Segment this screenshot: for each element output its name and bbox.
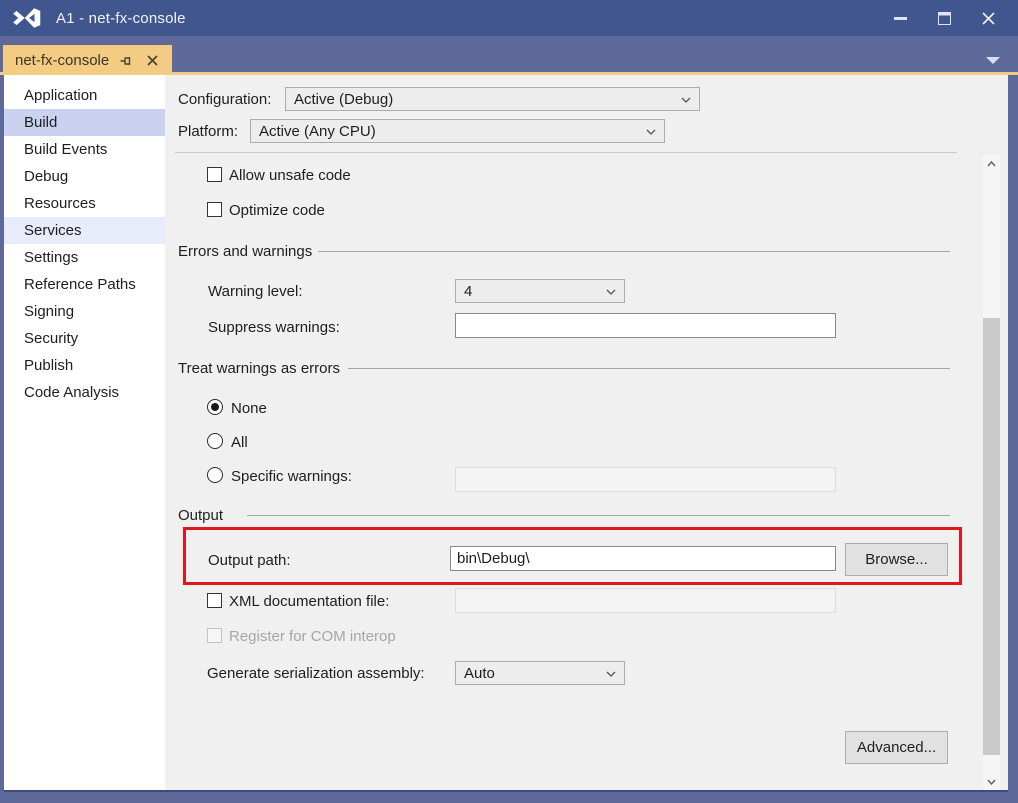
document-tab-net-fx-console[interactable]: net-fx-console xyxy=(3,45,172,75)
specific-warnings-input xyxy=(455,467,836,492)
warning-level-dropdown[interactable]: 4 xyxy=(455,279,625,303)
radio-specific-warnings[interactable] xyxy=(207,467,223,483)
header-divider xyxy=(175,152,957,153)
sidebar-item-debug[interactable]: Debug xyxy=(4,163,165,190)
warning-level-value: 4 xyxy=(464,283,472,300)
sidebar-item-services[interactable]: Services xyxy=(4,217,165,244)
sidebar-item-security[interactable]: Security xyxy=(4,325,165,352)
configuration-label: Configuration: xyxy=(178,91,271,108)
serialization-assembly-label: Generate serialization assembly: xyxy=(207,665,425,682)
radio-all-label: All xyxy=(231,434,248,451)
sidebar-item-build[interactable]: Build xyxy=(4,109,165,136)
errors-warnings-section-rule xyxy=(318,251,950,252)
com-interop-checkbox xyxy=(207,628,222,643)
maximize-icon xyxy=(938,12,951,25)
vertical-scrollbar[interactable] xyxy=(983,155,1000,790)
sidebar-item-publish[interactable]: Publish xyxy=(4,352,165,379)
advanced-button[interactable]: Advanced... xyxy=(845,731,948,764)
sidebar-item-code-analysis[interactable]: Code Analysis xyxy=(4,379,165,406)
minimize-icon xyxy=(894,17,907,20)
build-page: Configuration: Active (Debug) Platform: … xyxy=(165,75,1008,790)
output-section-rule xyxy=(247,515,950,516)
maximize-button[interactable] xyxy=(922,0,966,36)
minimize-button[interactable] xyxy=(878,0,922,36)
scroll-up-button[interactable] xyxy=(983,155,1000,172)
pin-icon[interactable] xyxy=(118,52,135,69)
document-tab-label: net-fx-console xyxy=(15,52,109,69)
radio-none[interactable] xyxy=(207,399,223,415)
vs-window: A1 - net-fx-console net-fx-console xyxy=(0,0,1018,803)
title-bar: A1 - net-fx-console xyxy=(0,0,1018,36)
configuration-dropdown[interactable]: Active (Debug) xyxy=(285,87,700,111)
chevron-down-icon xyxy=(606,671,616,677)
allow-unsafe-code-label: Allow unsafe code xyxy=(229,167,351,184)
sidebar-item-build-events[interactable]: Build Events xyxy=(4,136,165,163)
platform-dropdown[interactable]: Active (Any CPU) xyxy=(250,119,665,143)
radio-specific-warnings-label: Specific warnings: xyxy=(231,468,352,485)
sidebar-item-resources[interactable]: Resources xyxy=(4,190,165,217)
chevron-down-icon xyxy=(606,289,616,295)
project-properties-sidebar: Application Build Build Events Debug Res… xyxy=(4,75,165,790)
window-bottom-accent-line xyxy=(4,790,1008,792)
suppress-warnings-label: Suppress warnings: xyxy=(208,319,340,336)
sidebar-item-settings[interactable]: Settings xyxy=(4,244,165,271)
chevron-down-icon xyxy=(646,129,656,135)
xml-documentation-checkbox[interactable] xyxy=(207,593,222,608)
output-path-label: Output path: xyxy=(208,552,291,569)
xml-documentation-input xyxy=(455,588,836,613)
treat-warnings-section-title: Treat warnings as errors xyxy=(178,360,340,377)
window-title: A1 - net-fx-console xyxy=(56,10,186,27)
designer-surface: Application Build Build Events Debug Res… xyxy=(4,75,1008,790)
output-path-input[interactable] xyxy=(450,546,836,571)
treat-warnings-section-rule xyxy=(348,368,950,369)
sidebar-item-application[interactable]: Application xyxy=(4,82,165,109)
errors-warnings-section-title: Errors and warnings xyxy=(178,243,312,260)
radio-all[interactable] xyxy=(207,433,223,449)
serialization-assembly-value: Auto xyxy=(464,665,495,682)
sidebar-item-signing[interactable]: Signing xyxy=(4,298,165,325)
browse-button[interactable]: Browse... xyxy=(845,543,948,576)
optimize-code-label: Optimize code xyxy=(229,202,325,219)
close-button[interactable] xyxy=(966,0,1010,36)
sidebar-item-reference-paths[interactable]: Reference Paths xyxy=(4,271,165,298)
tab-close-icon[interactable] xyxy=(144,52,161,69)
xml-documentation-label: XML documentation file: xyxy=(229,593,389,610)
suppress-warnings-input[interactable] xyxy=(455,313,836,338)
tab-well-dropdown-icon[interactable] xyxy=(986,57,1000,64)
com-interop-label: Register for COM interop xyxy=(229,628,396,645)
close-icon xyxy=(982,12,995,25)
radio-none-label: None xyxy=(231,400,267,417)
warning-level-label: Warning level: xyxy=(208,283,302,300)
platform-label: Platform: xyxy=(178,123,238,140)
document-tab-strip: net-fx-console xyxy=(0,36,1018,75)
chevron-down-icon xyxy=(987,779,996,785)
platform-value: Active (Any CPU) xyxy=(259,123,376,140)
optimize-code-checkbox[interactable] xyxy=(207,202,222,217)
scroll-down-button[interactable] xyxy=(983,773,1000,790)
chevron-up-icon xyxy=(987,161,996,167)
output-section-title: Output xyxy=(178,507,223,524)
configuration-value: Active (Debug) xyxy=(294,91,393,108)
visual-studio-logo-icon xyxy=(12,6,42,30)
chevron-down-icon xyxy=(681,97,691,103)
scrollbar-thumb[interactable] xyxy=(983,318,1000,755)
serialization-assembly-dropdown[interactable]: Auto xyxy=(455,661,625,685)
allow-unsafe-code-checkbox[interactable] xyxy=(207,167,222,182)
